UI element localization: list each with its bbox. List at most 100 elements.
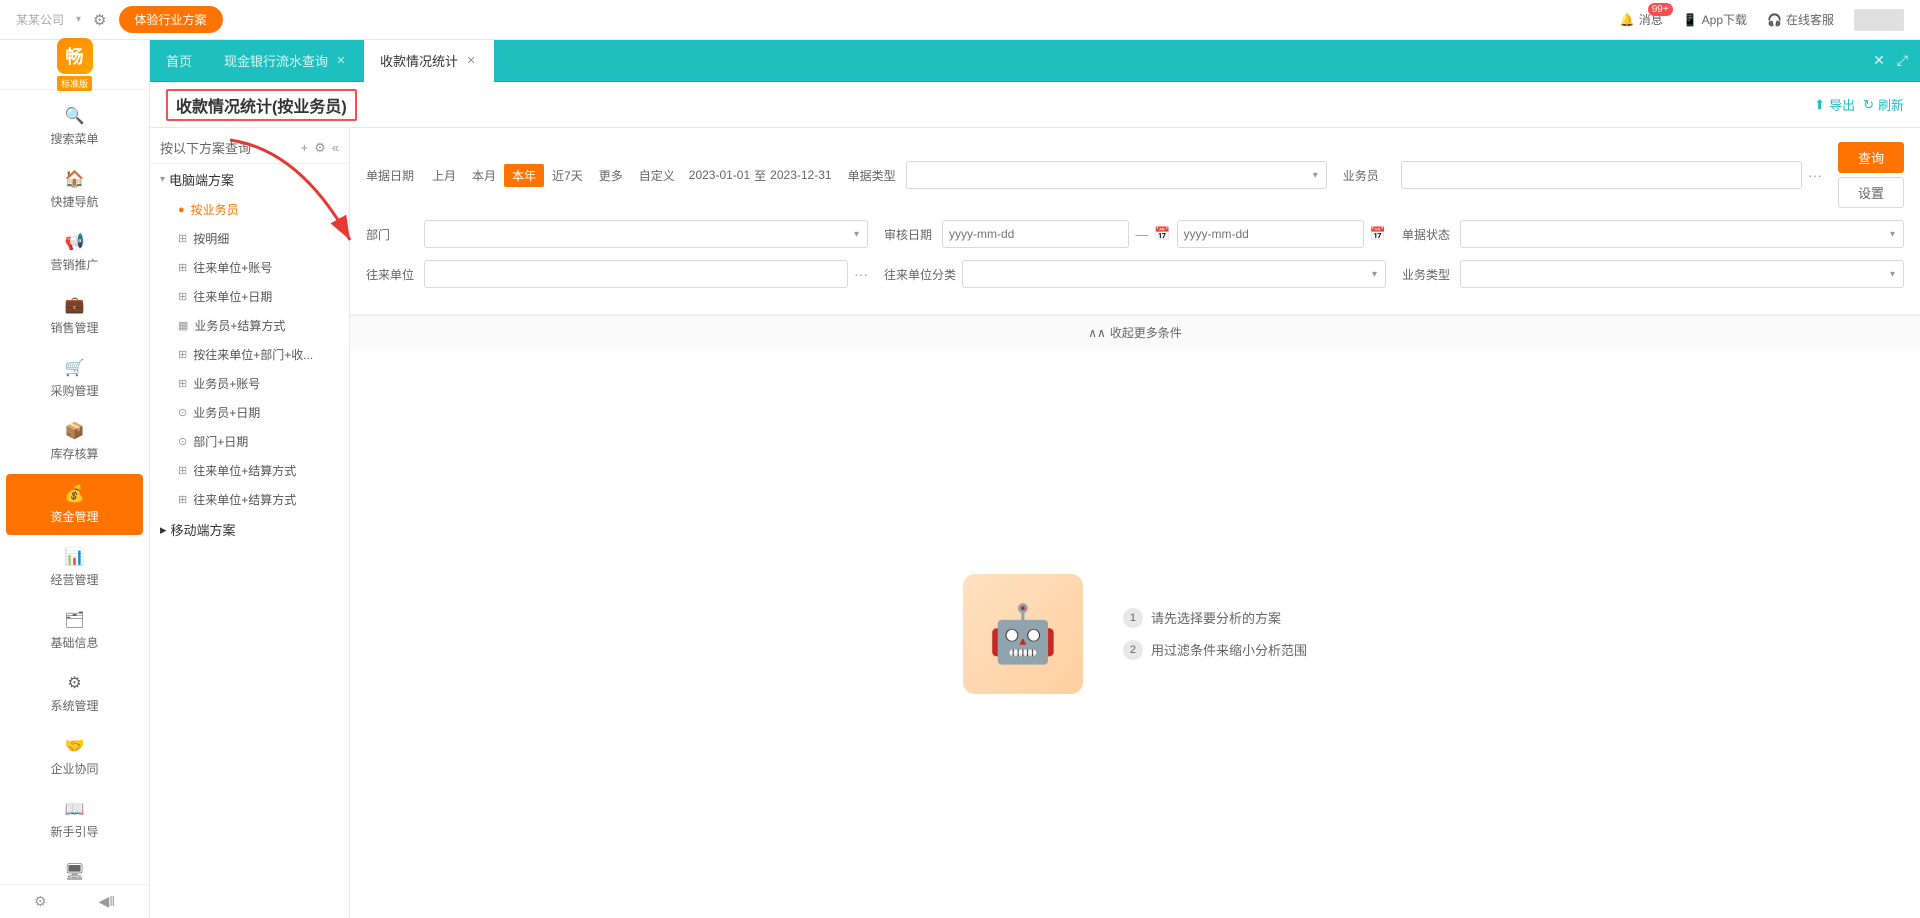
scheme-item-icon-3: ⊞ — [178, 290, 187, 303]
date-tab-7days[interactable]: 近7天 — [544, 164, 591, 187]
review-date-start-cal-icon[interactable]: 📅 — [1154, 226, 1170, 242]
scheme-desktop-category[interactable]: ▾ 电脑端方案 — [150, 164, 349, 195]
partner-more-icon[interactable]: ··· — [854, 266, 868, 282]
breadcrumb-dropdown-icon[interactable]: ▾ — [76, 14, 81, 25]
sidebar-item-inventory[interactable]: 📦 库存核算 — [6, 411, 143, 472]
sidebar-item-finance[interactable]: 💰 资金管理 — [6, 474, 143, 535]
review-date-field: 审核日期 — 📅 📅 — [884, 220, 1386, 248]
quick-nav-icon: 🏠 — [65, 169, 85, 189]
salesperson-select[interactable] — [1401, 161, 1802, 189]
main-layout: 畅 标准版 🔍 搜索菜单 🏠 快捷导航 📢 营销推广 💼 销售管理 🛒 — [0, 40, 1920, 918]
sidebar-item-basic[interactable]: 🗂 基础信息 — [6, 600, 143, 661]
scheme-gear-icon[interactable]: ⚙ — [314, 140, 326, 156]
scheme-item-10[interactable]: ⊞ 往来单位+结算方式 — [150, 485, 349, 514]
sidebar-item-enterprise[interactable]: 🤝 企业协同 — [6, 726, 143, 787]
sidebar-item-operation[interactable]: 📊 经营管理 — [6, 537, 143, 598]
partner-category-chevron — [1372, 269, 1377, 280]
biz-type-chevron — [1890, 269, 1895, 280]
sidebar-item-purchase[interactable]: 🛒 采购管理 — [6, 348, 143, 409]
partner-category-field: 往来单位分类 — [884, 260, 1386, 288]
dept-select[interactable] — [424, 220, 868, 248]
scheme-item-icon-8: ⊙ — [178, 435, 187, 448]
purchase-label: 采购管理 — [50, 382, 98, 399]
sidebar-bottom: ⚙ ◀‖ — [0, 884, 149, 918]
collapse-bar[interactable]: ∧∧ 收起更多条件 — [350, 315, 1920, 349]
tab-bar-right: ✕ ⤢ — [1873, 52, 1920, 69]
mobile-category-label: 移动端方案 — [171, 520, 236, 539]
voucher-status-select[interactable] — [1460, 220, 1904, 248]
refresh-btn[interactable]: ↻ 刷新 — [1863, 95, 1904, 114]
notifications-btn[interactable]: 🔔 消息 99+ — [1620, 11, 1663, 28]
tab-bank-flow-close[interactable]: ✕ — [334, 54, 348, 68]
sidebar-item-smart-hw[interactable]: 🖥 智能硬件 — [6, 852, 143, 884]
page-header: 收款情况统计(按业务员) ⬆ 导出 ↻ 刷新 — [150, 82, 1920, 128]
empty-steps: 1 请先选择要分析的方案 2 用过滤条件来缩小分析范围 — [1123, 608, 1307, 660]
scheme-item-2[interactable]: ⊞ 往来单位+账号 — [150, 253, 349, 282]
scheme-item-4[interactable]: ▦ 业务员+结算方式 — [150, 311, 349, 340]
scheme-item-9[interactable]: ⊞ 往来单位+结算方式 — [150, 456, 349, 485]
date-tab-last-month[interactable]: 上月 — [424, 164, 464, 187]
scheme-add-icon[interactable]: + — [301, 140, 309, 156]
scheme-item-5[interactable]: ⊞ 按往来单位+部门+收... — [150, 340, 349, 369]
voucher-type-label: 单据类型 — [848, 167, 900, 184]
sidebar-item-search-menu[interactable]: 🔍 搜索菜单 — [6, 96, 143, 157]
scheme-item-7[interactable]: ⊙ 业务员+日期 — [150, 398, 349, 427]
scheme-collapse-icon[interactable]: « — [332, 140, 339, 156]
sales-icon: 💼 — [65, 295, 85, 315]
edition-badge: 标准版 — [57, 76, 92, 91]
sidebar-item-quick-nav[interactable]: 🏠 快捷导航 — [6, 159, 143, 220]
review-date-end-cal-icon[interactable]: 📅 — [1370, 226, 1386, 242]
scheme-item-label-4: 业务员+结算方式 — [194, 317, 285, 334]
partner-label: 往来单位 — [366, 266, 418, 283]
salesperson-label: 业务员 — [1343, 167, 1395, 184]
voucher-type-select[interactable] — [906, 161, 1327, 189]
review-date-end[interactable] — [1177, 220, 1364, 248]
finance-label: 资金管理 — [50, 508, 98, 525]
date-tab-this-year[interactable]: 本年 — [504, 164, 544, 187]
scheme-item-6[interactable]: ⊞ 业务员+账号 — [150, 369, 349, 398]
tab-bank-flow-label: 现金银行流水查询 — [224, 51, 328, 70]
sidebar-item-system[interactable]: ⚙ 系统管理 — [6, 663, 143, 724]
sidebar-item-marketing[interactable]: 📢 营销推广 — [6, 222, 143, 283]
scheme-item-1[interactable]: ⊞ 按明细 — [150, 224, 349, 253]
review-date-start[interactable] — [942, 220, 1129, 248]
salesperson-more-icon[interactable]: ··· — [1808, 167, 1822, 183]
export-icon: ⬆ — [1814, 97, 1825, 113]
date-tab-custom[interactable]: 自定义 — [631, 164, 683, 187]
tab-collection-stats-close[interactable]: ✕ — [464, 54, 478, 68]
partner-select[interactable] — [424, 260, 848, 288]
sidebar-settings-icon[interactable]: ⚙ — [34, 893, 47, 910]
trial-btn[interactable]: 体验行业方案 — [119, 6, 223, 33]
tab-bar: 首页 现金银行流水查询 ✕ 收款情况统计 ✕ ✕ ⤢ — [150, 40, 1920, 82]
date-tab-this-month[interactable]: 本月 — [464, 164, 504, 187]
collapse-label: 收起更多条件 — [1110, 324, 1182, 341]
tab-maximize-icon[interactable]: ⤢ — [1897, 52, 1908, 69]
sidebar-item-sales[interactable]: 💼 销售管理 — [6, 285, 143, 346]
biz-type-select[interactable] — [1460, 260, 1904, 288]
scheme-item-0[interactable]: ● 按业务员 — [150, 195, 349, 224]
online-service-btn[interactable]: 🎧 在线客服 — [1767, 11, 1834, 28]
tab-collection-stats[interactable]: 收款情况统计 ✕ — [364, 40, 494, 82]
app-download-btn[interactable]: 📱 App下载 — [1683, 11, 1747, 28]
scheme-mobile-category[interactable]: ▸ 移动端方案 — [150, 514, 349, 545]
filter-panel: 单据日期 上月 本月 本年 近7天 更多 自定义 2023-01-01 — [350, 128, 1920, 918]
logo-area: 畅 标准版 — [0, 40, 149, 90]
query-btn[interactable]: 查询 — [1838, 142, 1904, 173]
date-tab-more[interactable]: 更多 — [591, 164, 631, 187]
setting-btn[interactable]: 设置 — [1838, 177, 1904, 208]
sidebar-item-guide[interactable]: 📖 新手引导 — [6, 789, 143, 850]
scheme-item-8[interactable]: ⊙ 部门+日期 — [150, 427, 349, 456]
system-icon: ⚙ — [67, 673, 81, 693]
scheme-item-3[interactable]: ⊞ 往来单位+日期 — [150, 282, 349, 311]
sidebar-collapse-icon[interactable]: ◀‖ — [98, 893, 115, 910]
tab-close-all-icon[interactable]: ✕ — [1873, 52, 1885, 69]
export-btn[interactable]: ⬆ 导出 — [1814, 95, 1855, 114]
tab-bank-flow[interactable]: 现金银行流水查询 ✕ — [208, 40, 364, 82]
search-menu-icon: 🔍 — [65, 106, 85, 126]
user-area[interactable] — [1854, 9, 1904, 31]
partner-category-select[interactable] — [962, 260, 1386, 288]
settings-gear-icon[interactable]: ⚙ — [93, 11, 106, 29]
top-nav: 某某公司 ▾ ⚙ 体验行业方案 🔔 消息 99+ 📱 App下载 🎧 在线客服 — [0, 0, 1920, 40]
tab-home[interactable]: 首页 — [150, 40, 208, 82]
filter-form: 单据日期 上月 本月 本年 近7天 更多 自定义 2023-01-01 — [350, 128, 1920, 315]
